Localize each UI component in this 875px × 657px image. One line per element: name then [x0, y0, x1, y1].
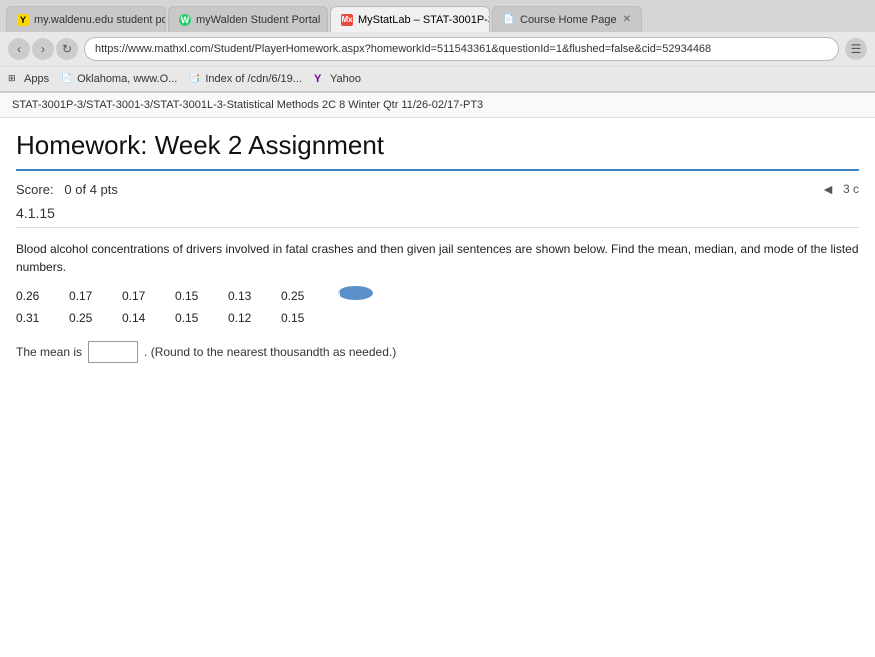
tab-2-label: myWalden Student Portal — [196, 14, 320, 26]
bookmark-yahoo-label: Yahoo — [330, 73, 361, 85]
bookmark-oklahoma[interactable]: 📄 Oklahoma, www.O... — [61, 73, 177, 85]
prev-question-button[interactable]: ◄ — [821, 181, 835, 197]
tab-3[interactable]: Mx MyStatLab – STAT-3001P-3/S ✕ — [330, 6, 490, 32]
bookmark-cdn[interactable]: 📑 Index of /cdn/6/19... — [189, 73, 302, 85]
val-2-6: 0.15 — [281, 308, 316, 330]
answer-suffix: . (Round to the nearest thousandth as ne… — [144, 345, 396, 359]
val-1-2: 0.17 — [69, 286, 104, 308]
homework-title: Homework: Week 2 Assignment — [16, 130, 859, 171]
tab-2[interactable]: W myWalden Student Portal ✕ — [168, 6, 328, 32]
val-2-1: 0.31 — [16, 308, 51, 330]
bookmark-yahoo[interactable]: Y Yahoo — [314, 73, 361, 85]
tab-4-close[interactable]: ✕ — [623, 14, 631, 25]
bookmark-cdn-label: Index of /cdn/6/19... — [205, 73, 302, 85]
nav-arrow: ◄ 3 c — [821, 181, 859, 197]
answer-prompt: The mean is — [16, 345, 82, 359]
mean-answer-input[interactable] — [88, 341, 138, 363]
address-input[interactable] — [84, 37, 839, 61]
data-row-1: 0.26 0.17 0.17 0.15 0.13 0.25 i — [16, 286, 859, 308]
page-number: 3 c — [843, 182, 859, 196]
page-content: STAT-3001P-3/STAT-3001-3/STAT-3001L-3-St… — [0, 93, 875, 657]
val-2-3: 0.14 — [122, 308, 157, 330]
score-label-text: Score: 0 of 4 pts — [16, 182, 118, 197]
val-1-1: 0.26 — [16, 286, 51, 308]
val-1-3: 0.17 — [122, 286, 157, 308]
score-value: 0 of 4 pts — [64, 182, 117, 197]
tab-4-favicon: 📄 — [503, 14, 515, 26]
menu-button[interactable]: ☰ — [845, 38, 867, 60]
nav-buttons: ‹ › ↻ — [8, 38, 78, 60]
tab-bar: Y my.waldenu.edu student porta ✕ W myWal… — [0, 0, 875, 32]
tab-4-label: Course Home Page — [520, 14, 617, 26]
data-row-2: 0.31 0.25 0.14 0.15 0.12 0.15 — [16, 308, 859, 330]
tab-3-label: MyStatLab – STAT-3001P-3/S — [358, 14, 490, 26]
main-content: Homework: Week 2 Assignment Score: 0 of … — [0, 118, 875, 375]
data-table: 0.26 0.17 0.17 0.15 0.13 0.25 i 0.31 0.2… — [16, 286, 859, 329]
val-2-2: 0.25 — [69, 308, 104, 330]
tab-2-close[interactable]: ✕ — [326, 14, 328, 25]
apps-icon: ⊞ — [8, 73, 20, 85]
question-text: Blood alcohol concentrations of drivers … — [16, 240, 859, 276]
val-2-4: 0.15 — [175, 308, 210, 330]
bookmark-apps-label: Apps — [24, 73, 49, 85]
breadcrumb-text: STAT-3001P-3/STAT-3001-3/STAT-3001L-3-St… — [12, 99, 483, 111]
yahoo-icon: Y — [314, 73, 326, 85]
answer-row: The mean is . (Round to the nearest thou… — [16, 341, 859, 363]
tab-3-favicon: Mx — [341, 14, 353, 26]
val-1-4: 0.15 — [175, 286, 210, 308]
tab-4[interactable]: 📄 Course Home Page ✕ — [492, 6, 642, 32]
browser-chrome: Y my.waldenu.edu student porta ✕ W myWal… — [0, 0, 875, 93]
val-2-5: 0.12 — [228, 308, 263, 330]
tab-1-favicon: Y — [17, 14, 29, 26]
bookmark-apps[interactable]: ⊞ Apps — [8, 73, 49, 85]
val-1-5: 0.13 — [228, 286, 263, 308]
back-button[interactable]: ‹ — [8, 38, 30, 60]
list-icon: 📑 — [189, 73, 201, 85]
tab-1-label: my.waldenu.edu student porta — [34, 14, 166, 26]
val-1-6: 0.25 — [281, 286, 316, 308]
score-label: Score: — [16, 182, 54, 197]
tab-1[interactable]: Y my.waldenu.edu student porta ✕ — [6, 6, 166, 32]
forward-button[interactable]: › — [32, 38, 54, 60]
refresh-button[interactable]: ↻ — [56, 38, 78, 60]
address-bar-row: ‹ › ↻ ☰ — [0, 32, 875, 66]
breadcrumb: STAT-3001P-3/STAT-3001-3/STAT-3001L-3-St… — [0, 93, 875, 118]
doc-icon-1: 📄 — [61, 73, 73, 85]
score-row: Score: 0 of 4 pts ◄ 3 c — [16, 181, 859, 197]
tab-2-favicon: W — [179, 14, 191, 26]
info-icon[interactable]: i — [338, 286, 373, 300]
question-number: 4.1.15 — [16, 205, 859, 228]
bookmark-oklahoma-label: Oklahoma, www.O... — [77, 73, 177, 85]
bookmarks-bar: ⊞ Apps 📄 Oklahoma, www.O... 📑 Index of /… — [0, 66, 875, 92]
